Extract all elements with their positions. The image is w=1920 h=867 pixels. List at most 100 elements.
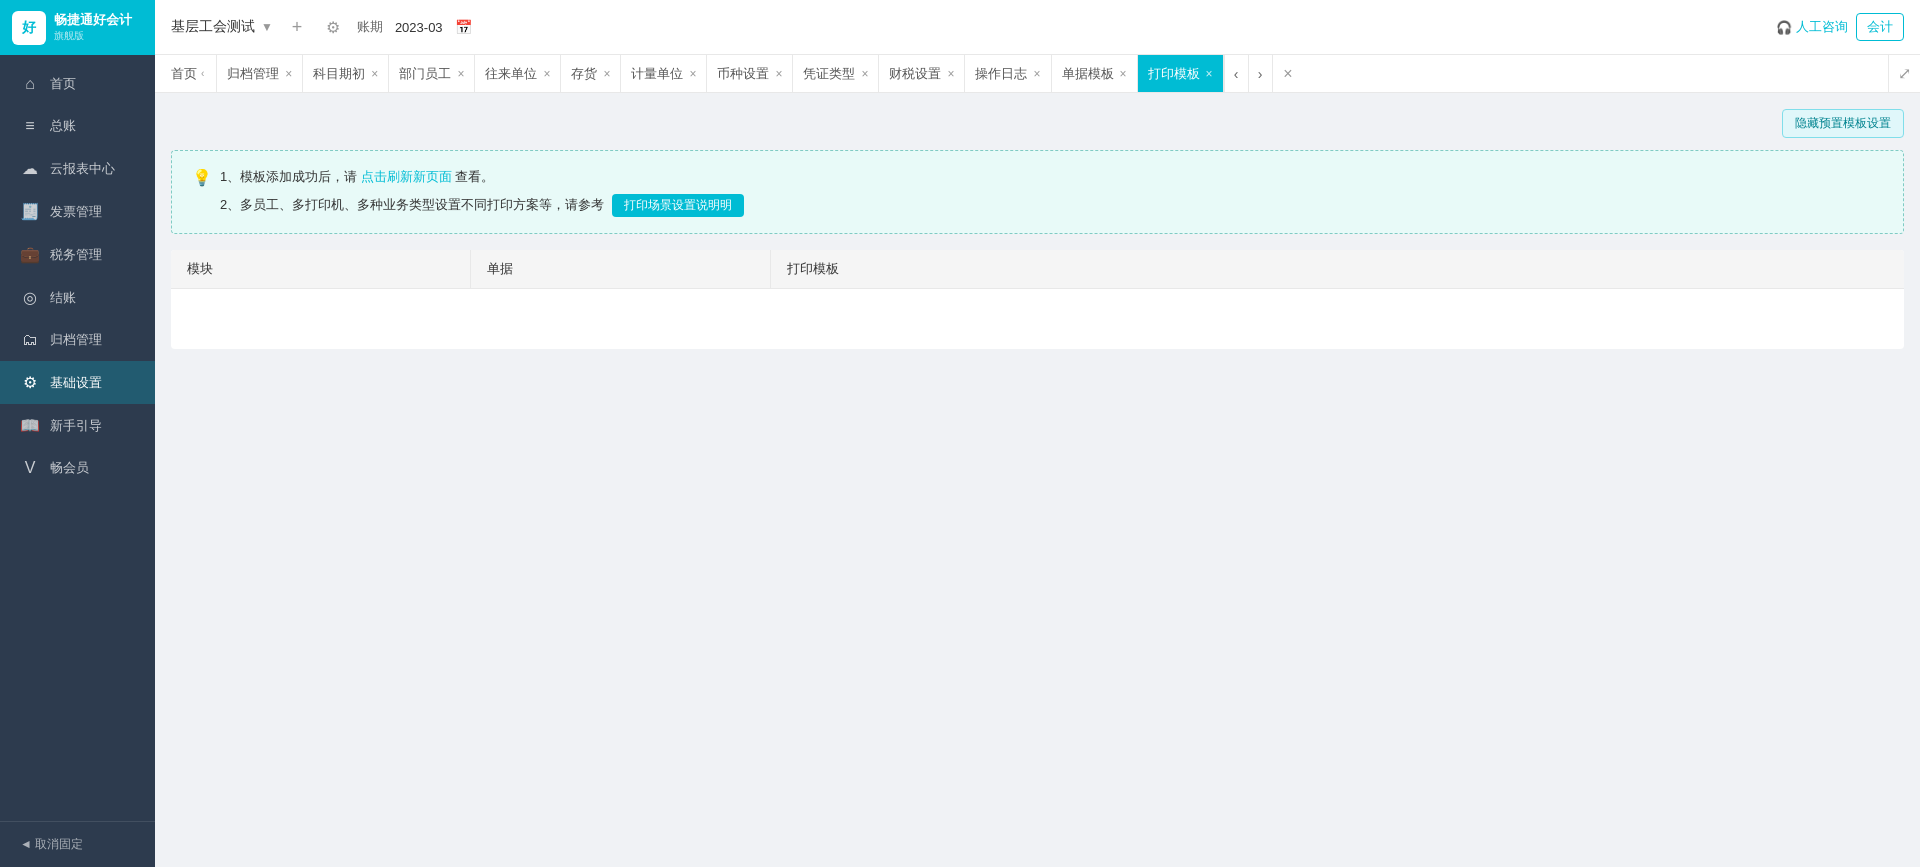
sidebar-item-archive[interactable]: 🗂 归档管理 xyxy=(0,319,155,361)
tab-dept-staff[interactable]: 部门员工 × xyxy=(389,55,475,93)
sidebar-nav: ⌂ 首页 ≡ 总账 ☁ 云报表中心 🧾 发票管理 💼 税务管理 ◎ 结账 🗂 归… xyxy=(0,55,155,821)
tab-operation-log[interactable]: 操作日志 × xyxy=(965,55,1051,93)
main-area: 基层工会测试 ▼ + ⚙ 账期 2023-03 📅 🎧 人工咨询 会计 首页 ‹… xyxy=(155,0,1920,867)
sidebar-label-ledger: 总账 xyxy=(50,117,76,135)
sidebar-item-member[interactable]: V 畅会员 xyxy=(0,447,155,489)
app-logo: 好 畅捷通好会计 旗舰版 xyxy=(0,0,155,55)
sidebar-label-invoice: 发票管理 xyxy=(50,203,102,221)
sidebar-label-archive: 归档管理 xyxy=(50,331,102,349)
period-value: 2023-03 xyxy=(395,20,443,35)
tax-icon: 💼 xyxy=(20,245,40,264)
tab-label-voucher: 凭证类型 xyxy=(803,65,855,83)
sidebar-item-basic-settings[interactable]: ⚙ 基础设置 xyxy=(0,361,155,404)
sidebar-item-ledger[interactable]: ≡ 总账 xyxy=(0,105,155,147)
sidebar-label-home: 首页 xyxy=(50,75,76,93)
tab-measure-unit[interactable]: 计量单位 × xyxy=(621,55,707,93)
logo-icon: 好 xyxy=(12,11,46,45)
tab-subject-init[interactable]: 科目期初 × xyxy=(303,55,389,93)
header-settings-button[interactable]: ⚙ xyxy=(321,15,345,39)
service-label: 人工咨询 xyxy=(1796,18,1848,36)
add-tab-button[interactable]: + xyxy=(285,15,309,39)
sidebar-item-tax[interactable]: 💼 税务管理 xyxy=(0,233,155,276)
tab-home[interactable]: 首页 ‹ xyxy=(159,55,217,93)
notice-icon: 💡 xyxy=(192,168,212,187)
tab-close-log[interactable]: × xyxy=(1033,68,1040,80)
tab-bar: 首页 ‹ 归档管理 × 科目期初 × 部门员工 × 往来单位 × 存货 × 计量… xyxy=(155,55,1920,93)
tab-close-archive[interactable]: × xyxy=(285,68,292,80)
calendar-icon[interactable]: 📅 xyxy=(455,19,472,35)
content-area: 隐藏预置模板设置 💡 1、模板添加成功后，请 点击刷新新页面 查看。 💡 2、多… xyxy=(155,93,1920,867)
home-icon: ⌂ xyxy=(20,75,40,93)
tab-next-button[interactable]: › xyxy=(1248,55,1272,93)
sidebar-item-home[interactable]: ⌂ 首页 xyxy=(0,63,155,105)
sidebar: 好 畅捷通好会计 旗舰版 ⌂ 首页 ≡ 总账 ☁ 云报表中心 🧾 发票管理 💼 … xyxy=(0,0,155,867)
col-module: 模块 xyxy=(171,250,471,288)
notice-row-1: 💡 1、模板添加成功后，请 点击刷新新页面 查看。 xyxy=(192,167,1883,188)
sidebar-item-cloud-report[interactable]: ☁ 云报表中心 xyxy=(0,147,155,190)
notice-line1-prefix: 1、模板添加成功后，请 xyxy=(220,169,357,184)
tab-close-currency[interactable]: × xyxy=(775,68,782,80)
notice-line1-suffix: 查看。 xyxy=(455,169,494,184)
sidebar-label-member: 畅会员 xyxy=(50,459,89,477)
tab-archive-mgmt[interactable]: 归档管理 × xyxy=(217,55,303,93)
home-tab-label: 首页 xyxy=(171,65,197,83)
tab-tax-settings[interactable]: 财税设置 × xyxy=(879,55,965,93)
company-name: 基层工会测试 xyxy=(171,18,255,36)
tab-currency[interactable]: 币种设置 × xyxy=(707,55,793,93)
company-selector[interactable]: 基层工会测试 ▼ xyxy=(171,18,273,36)
sidebar-label-cloud: 云报表中心 xyxy=(50,160,115,178)
tab-close-measure[interactable]: × xyxy=(689,68,696,80)
settings-icon: ⚙ xyxy=(20,373,40,392)
tab-label-inventory: 存货 xyxy=(571,65,597,83)
table-body xyxy=(171,289,1904,349)
tab-close-inventory[interactable]: × xyxy=(603,68,610,80)
tab-label-subject: 科目期初 xyxy=(313,65,365,83)
print-scene-button[interactable]: 打印场景设置说明明 xyxy=(612,194,744,217)
settle-icon: ◎ xyxy=(20,288,40,307)
tab-label-tax: 财税设置 xyxy=(889,65,941,83)
tab-label-archive: 归档管理 xyxy=(227,65,279,83)
member-icon: V xyxy=(20,459,40,477)
period-label: 账期 xyxy=(357,18,383,36)
sidebar-item-invoice[interactable]: 🧾 发票管理 xyxy=(0,190,155,233)
tab-label-trade: 往来单位 xyxy=(485,65,537,83)
col-document: 单据 xyxy=(471,250,771,288)
tab-label-measure: 计量单位 xyxy=(631,65,683,83)
guide-icon: 📖 xyxy=(20,416,40,435)
tab-close-all-button[interactable]: × xyxy=(1272,55,1304,93)
tab-label-log: 操作日志 xyxy=(975,65,1027,83)
tab-close-tax[interactable]: × xyxy=(947,68,954,80)
sidebar-item-guide[interactable]: 📖 新手引导 xyxy=(0,404,155,447)
hide-template-button[interactable]: 隐藏预置模板设置 xyxy=(1782,109,1904,138)
tab-close-single[interactable]: × xyxy=(1120,68,1127,80)
tab-single-template[interactable]: 单据模板 × xyxy=(1052,55,1138,93)
tab-prev-button[interactable]: ‹ xyxy=(1224,55,1248,93)
sidebar-label-tax: 税务管理 xyxy=(50,246,102,264)
tab-voucher-type[interactable]: 凭证类型 × xyxy=(793,55,879,93)
archive-icon: 🗂 xyxy=(20,331,40,349)
tab-close-dept[interactable]: × xyxy=(457,68,464,80)
tab-label-currency: 币种设置 xyxy=(717,65,769,83)
tab-close-subject[interactable]: × xyxy=(371,68,378,80)
tab-print-template[interactable]: 打印模板 × xyxy=(1138,55,1224,93)
col-print-template: 打印模板 xyxy=(771,250,1904,288)
sidebar-label-settle: 结账 xyxy=(50,289,76,307)
account-type-button[interactable]: 会计 xyxy=(1856,13,1904,41)
dropdown-icon: ▼ xyxy=(261,20,273,34)
service-button[interactable]: 🎧 人工咨询 xyxy=(1776,18,1848,36)
home-tab-chevron: ‹ xyxy=(201,68,204,79)
tab-close-trade[interactable]: × xyxy=(543,68,550,80)
tab-expand-button[interactable]: ⤢ xyxy=(1888,55,1920,93)
tab-inventory[interactable]: 存货 × xyxy=(561,55,621,93)
table-header: 模块 单据 打印模板 xyxy=(171,250,1904,289)
unpin-button[interactable]: ◄ 取消固定 xyxy=(0,821,155,867)
sidebar-item-settle[interactable]: ◎ 结账 xyxy=(0,276,155,319)
tab-label-dept: 部门员工 xyxy=(399,65,451,83)
tab-close-voucher[interactable]: × xyxy=(861,68,868,80)
app-name: 畅捷通好会计 xyxy=(54,12,132,29)
tab-close-print[interactable]: × xyxy=(1206,68,1213,80)
tab-trade-unit[interactable]: 往来单位 × xyxy=(475,55,561,93)
tab-label-print: 打印模板 xyxy=(1148,65,1200,83)
refresh-link[interactable]: 点击刷新新页面 xyxy=(361,169,452,184)
sidebar-label-guide: 新手引导 xyxy=(50,417,102,435)
